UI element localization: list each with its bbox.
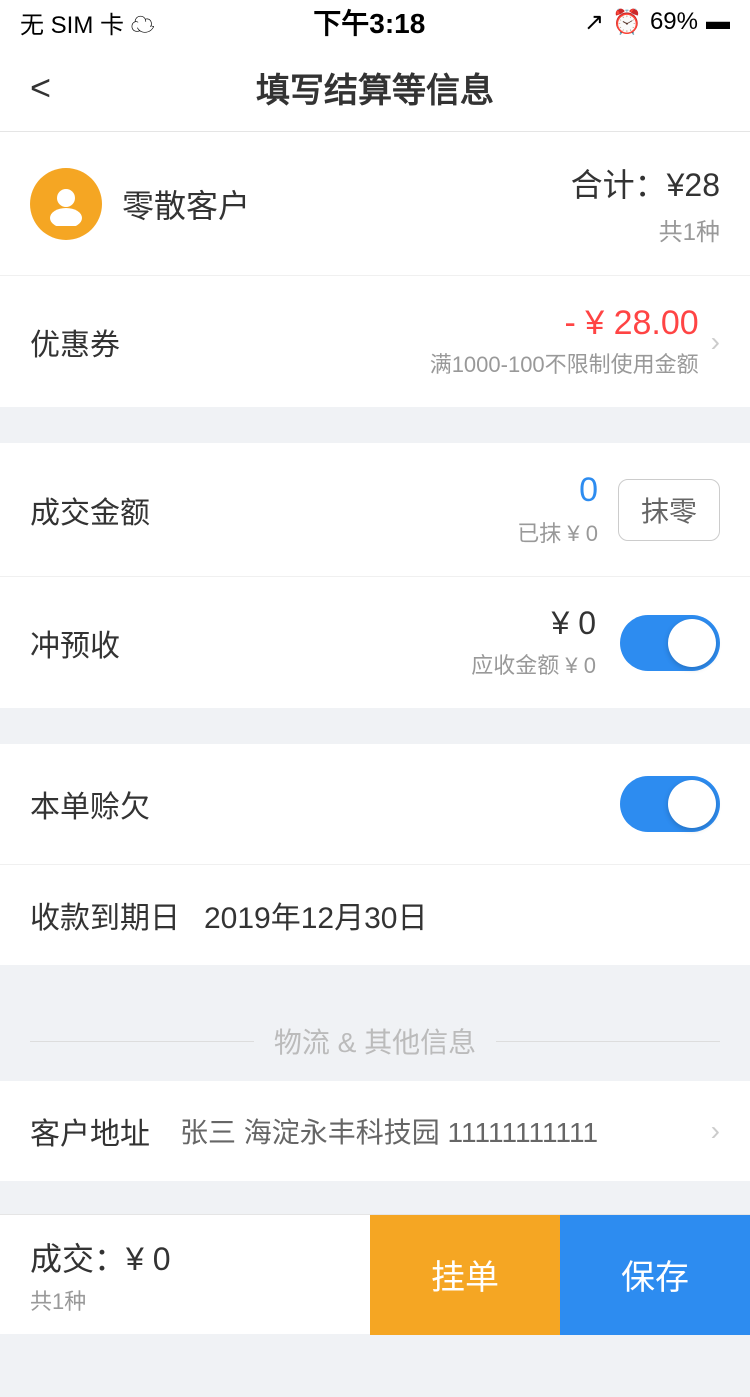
debt-toggle-knob [668, 780, 716, 828]
prepay-amount-wrap: ¥ 0 应收金额 ¥ 0 [471, 605, 596, 680]
deal-sub: 已抹 ¥ 0 [517, 516, 598, 548]
address-value: 张三 海淀永丰科技园 11111111111 [180, 1111, 711, 1151]
debt-row: 本单赊欠 [0, 744, 750, 864]
round-off-button[interactable]: 抹零 [618, 479, 720, 541]
duedate-value: 2019年12月30日 [204, 893, 427, 937]
footer: 成交：¥ 0 共1种 挂单 保存 [0, 1214, 750, 1334]
address-label: 客户地址 [30, 1109, 150, 1153]
address-row[interactable]: 客户地址 张三 海淀永丰科技园 11111111111 › [0, 1081, 750, 1181]
coupon-row[interactable]: 优惠券 - ¥ 28.00 满1000-100不限制使用金额 › [0, 275, 750, 407]
status-bar: 无 SIM 卡 ☁ 下午3:18 ↗ ⏰ 69% ▬ [0, 0, 750, 44]
alarm-icon: ⏰ [612, 8, 642, 37]
prepay-sub: 应收金额 ¥ 0 [471, 648, 596, 680]
footer-count: 共1种 [30, 1284, 340, 1316]
divider-1 [0, 423, 750, 443]
customer-row: 零散客户 合计：¥28 共1种 [0, 132, 750, 275]
battery-label: 69% [650, 8, 698, 36]
deal-section: 成交金额 0 已抹 ¥ 0 抹零 冲预收 ¥ 0 应收金额 ¥ 0 [0, 443, 750, 708]
location-icon: ↗ [584, 8, 604, 37]
prepay-right: ¥ 0 应收金额 ¥ 0 [471, 605, 720, 680]
debt-section: 本单赊欠 收款到期日 2019年12月30日 [0, 744, 750, 965]
divider-2 [0, 724, 750, 744]
total-amount: 合计：¥28 [571, 160, 720, 206]
address-chevron-icon: › [711, 1115, 720, 1147]
footer-left: 成交：¥ 0 共1种 [0, 1234, 370, 1316]
status-right: ↗ ⏰ 69% ▬ [584, 8, 730, 37]
coupon-info: - ¥ 28.00 满1000-100不限制使用金额 [430, 304, 699, 379]
nav-bar: < 填写结算等信息 [0, 44, 750, 132]
deal-right: 0 已抹 ¥ 0 抹零 [517, 471, 720, 548]
deal-amount-row: 成交金额 0 已抹 ¥ 0 抹零 [0, 443, 750, 576]
back-button[interactable]: < [30, 67, 51, 109]
logistics-title-wrap: 物流 & 其他信息 [0, 1021, 750, 1061]
page-title: 填写结算等信息 [256, 63, 494, 112]
coupon-label: 优惠券 [30, 320, 120, 364]
save-button[interactable]: 保存 [560, 1215, 750, 1335]
hold-button[interactable]: 挂单 [370, 1215, 560, 1335]
deal-amount-label: 成交金额 [30, 488, 150, 532]
prepay-toggle[interactable] [620, 615, 720, 671]
debt-toggle[interactable] [620, 776, 720, 832]
footer-deal-text: 成交： [30, 1241, 126, 1277]
customer-right: 合计：¥28 共1种 [571, 160, 720, 247]
coupon-desc: 满1000-100不限制使用金额 [430, 347, 699, 379]
customer-name: 零散客户 [122, 181, 250, 227]
duedate-row: 收款到期日 2019年12月30日 [0, 864, 750, 965]
battery-icon: ▬ [706, 8, 730, 36]
sim-status: 无 SIM 卡 ☁ [20, 5, 155, 40]
chevron-right-icon: › [711, 326, 720, 358]
footer-deal-label: 成交：¥ 0 [30, 1234, 340, 1280]
toggle-knob [668, 619, 716, 667]
logistics-header: 物流 & 其他信息 [0, 1001, 750, 1081]
prepay-amount: ¥ 0 [471, 605, 596, 642]
deal-amount-wrap: 0 已抹 ¥ 0 [517, 471, 598, 548]
divider-3 [0, 981, 750, 1001]
status-time: 下午3:18 [313, 2, 425, 42]
total-count: 共1种 [571, 212, 720, 247]
logistics-title: 物流 & 其他信息 [274, 1021, 476, 1061]
customer-left: 零散客户 [30, 168, 250, 240]
deal-amount-value: 0 [517, 471, 598, 510]
avatar [30, 168, 102, 240]
duedate-label: 收款到期日 [30, 893, 180, 937]
footer-deal-amount: ¥ 0 [126, 1241, 170, 1277]
coupon-right: - ¥ 28.00 满1000-100不限制使用金额 › [430, 304, 720, 379]
customer-section: 零散客户 合计：¥28 共1种 优惠券 - ¥ 28.00 满1000-100不… [0, 132, 750, 407]
debt-label: 本单赊欠 [30, 782, 150, 826]
coupon-discount: - ¥ 28.00 [430, 304, 699, 343]
prepay-label: 冲预收 [30, 621, 120, 665]
status-left: 无 SIM 卡 ☁ [20, 5, 155, 40]
address-section: 客户地址 张三 海淀永丰科技园 11111111111 › [0, 1081, 750, 1181]
prepay-row: 冲预收 ¥ 0 应收金额 ¥ 0 [0, 576, 750, 708]
